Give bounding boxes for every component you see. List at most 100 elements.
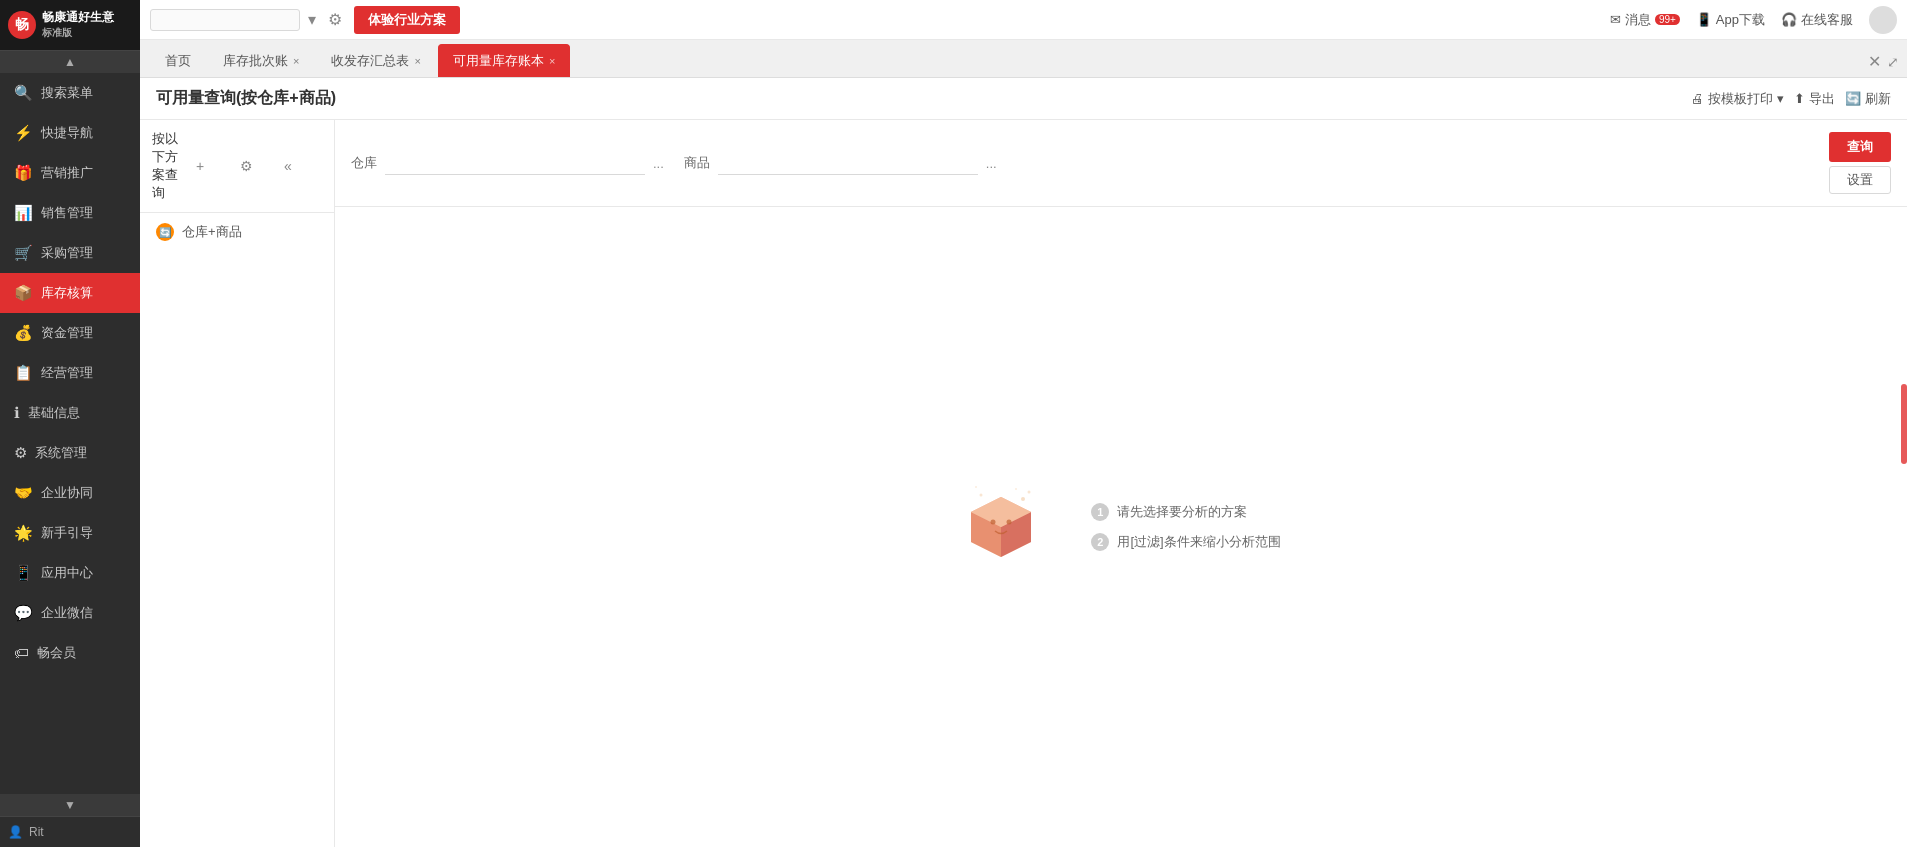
sidebar-item-operations[interactable]: 📋 经营管理 — [0, 353, 140, 393]
sidebar-item-label-appcenter: 应用中心 — [41, 564, 93, 582]
export-button[interactable]: ⬆ 导出 — [1794, 90, 1835, 108]
logo-icon: 畅 — [8, 11, 36, 39]
user-avatar[interactable] — [1869, 6, 1897, 34]
svg-point-10 — [980, 494, 983, 497]
tab-available-ledger[interactable]: 可用量库存账本 × — [438, 44, 570, 77]
app-download-button[interactable]: 📱 App下载 — [1696, 11, 1765, 29]
query-panel: 仓库 ... 商品 ... 查询 设置 — [335, 120, 1907, 847]
sidebar-item-search[interactable]: 🔍 搜索菜单 — [0, 73, 140, 113]
sidebar-item-label-inventory: 库存核算 — [41, 284, 93, 302]
sidebar-item-newbie[interactable]: 🌟 新手引导 — [0, 513, 140, 553]
sidebar-item-wechat[interactable]: 💬 企业微信 — [0, 593, 140, 633]
tab-receive-summary-close[interactable]: × — [414, 55, 420, 67]
empty-state-text-area: 1 请先选择要分析的方案 2 用[过滤]条件来缩小分析范围 — [1091, 503, 1280, 551]
print-button[interactable]: 🖨 按模板打印 ▾ — [1691, 90, 1784, 108]
appcenter-icon: 📱 — [14, 564, 33, 582]
sidebar-item-marketing[interactable]: 🎁 营销推广 — [0, 153, 140, 193]
topbar-search-input[interactable] — [150, 9, 300, 31]
product-more-button[interactable]: ... — [986, 156, 997, 171]
page-title: 可用量查询(按仓库+商品) — [156, 88, 336, 109]
tab-home[interactable]: 首页 — [150, 44, 206, 77]
online-service-button[interactable]: 🎧 在线客服 — [1781, 11, 1853, 29]
tab-receive-summary[interactable]: 收发存汇总表 × — [316, 44, 435, 77]
sidebar-item-purchase[interactable]: 🛒 采购管理 — [0, 233, 140, 273]
product-filter-field: 商品 ... — [684, 151, 997, 175]
sidebar-item-label-basic: 基础信息 — [28, 404, 80, 422]
sidebar-bottom[interactable]: 👤 Rit — [0, 816, 140, 847]
sidebar-item-label-wechat: 企业微信 — [41, 604, 93, 622]
filter-settings-icon[interactable]: ⚙ — [240, 158, 278, 174]
sidebar-item-cooperation[interactable]: 🤝 企业协同 — [0, 473, 140, 513]
operations-icon: 📋 — [14, 364, 33, 382]
main-area: ▾ ⚙ 体验行业方案 ✉ 消息 99+ 📱 App下载 🎧 在线客服 首页 — [140, 0, 1907, 847]
empty-state: 1 请先选择要分析的方案 2 用[过滤]条件来缩小分析范围 — [335, 207, 1907, 847]
empty-hint-1: 1 请先选择要分析的方案 — [1091, 503, 1280, 521]
industry-solution-button[interactable]: 体验行业方案 — [354, 6, 460, 34]
tabbar-expand-button[interactable]: ⤢ — [1887, 54, 1899, 70]
product-input[interactable] — [718, 151, 978, 175]
sidebar-item-label-purchase: 采购管理 — [41, 244, 93, 262]
page-header: 可用量查询(按仓库+商品) 🖨 按模板打印 ▾ ⬆ 导出 🔄 刷新 — [140, 78, 1907, 120]
sidebar-item-appcenter[interactable]: 📱 应用中心 — [0, 553, 140, 593]
print-icon: 🖨 — [1691, 91, 1704, 106]
sidebar-item-label-finance: 资金管理 — [41, 324, 93, 342]
query-filters: 仓库 ... 商品 ... 查询 设置 — [335, 120, 1907, 207]
app-download-label: App下载 — [1716, 11, 1765, 29]
query-button[interactable]: 查询 — [1829, 132, 1891, 162]
filter-add-icon[interactable]: + — [196, 158, 234, 174]
sidebar-item-label-operations: 经营管理 — [41, 364, 93, 382]
sidebar-item-label-cooperation: 企业协同 — [41, 484, 93, 502]
sidebar-item-shortcut[interactable]: ⚡ 快捷导航 — [0, 113, 140, 153]
warehouse-more-button[interactable]: ... — [653, 156, 664, 171]
sidebar-item-label-search: 搜索菜单 — [41, 84, 93, 102]
sidebar-scroll-down[interactable]: ▼ — [0, 794, 140, 816]
sidebar-nav: 🔍 搜索菜单 ⚡ 快捷导航 🎁 营销推广 📊 销售管理 🛒 采购管理 📦 库存核… — [0, 73, 140, 794]
sidebar-logo: 畅 畅康通好生意 标准版 — [0, 0, 140, 51]
filter-scheme-item[interactable]: 🔄 仓库+商品 — [140, 213, 334, 251]
tabbar-close-all-button[interactable]: ✕ — [1868, 52, 1881, 71]
tab-batch-ledger[interactable]: 库存批次账 × — [208, 44, 314, 77]
warehouse-input[interactable] — [385, 151, 645, 175]
topbar-gear-icon[interactable]: ⚙ — [324, 10, 346, 29]
tabbar-right-controls: ✕ ⤢ — [1868, 52, 1907, 77]
empty-state-icon — [961, 477, 1061, 577]
empty-box-svg — [961, 477, 1041, 557]
marketing-icon: 🎁 — [14, 164, 33, 182]
sidebar-item-inventory[interactable]: 📦 库存核算 — [0, 273, 140, 313]
sidebar-item-system[interactable]: ⚙ 系统管理 — [0, 433, 140, 473]
sidebar-item-label-sales: 销售管理 — [41, 204, 93, 222]
sidebar-item-finance[interactable]: 💰 资金管理 — [0, 313, 140, 353]
filter-collapse-button[interactable]: « — [284, 158, 322, 174]
sidebar-scroll-up[interactable]: ▲ — [0, 51, 140, 73]
query-settings-button[interactable]: 设置 — [1829, 166, 1891, 194]
messages-button[interactable]: ✉ 消息 99+ — [1610, 11, 1680, 29]
sidebar-item-label-shortcut: 快捷导航 — [41, 124, 93, 142]
tab-receive-summary-label: 收发存汇总表 — [331, 52, 409, 70]
svg-point-7 — [1021, 497, 1025, 501]
sidebar-item-label-newbie: 新手引导 — [41, 524, 93, 542]
refresh-button[interactable]: 🔄 刷新 — [1845, 90, 1891, 108]
print-label: 按模板打印 — [1708, 90, 1773, 108]
messages-label: 消息 — [1625, 11, 1651, 29]
product-label: 商品 — [684, 154, 710, 172]
system-icon: ⚙ — [14, 444, 27, 462]
svg-point-8 — [1028, 491, 1031, 494]
tab-available-ledger-close[interactable]: × — [549, 55, 555, 67]
sidebar-item-basic[interactable]: ℹ 基础信息 — [0, 393, 140, 433]
sidebar-item-sales[interactable]: 📊 销售管理 — [0, 193, 140, 233]
export-label: 导出 — [1809, 90, 1835, 108]
tab-home-label: 首页 — [165, 52, 191, 70]
sidebar-item-membership[interactable]: 🏷 畅会员 — [0, 633, 140, 673]
app-download-icon: 📱 — [1696, 12, 1712, 27]
topbar-dropdown-icon[interactable]: ▾ — [304, 10, 320, 29]
scrollbar-handle[interactable] — [1901, 384, 1907, 464]
filter-panel: 按以下方案查询 + ⚙ « 🔄 仓库+商品 — [140, 120, 335, 847]
online-service-icon: 🎧 — [1781, 12, 1797, 27]
svg-point-11 — [975, 486, 977, 488]
sidebar-bottom-label: Rit — [29, 825, 44, 839]
shortcut-icon: ⚡ — [14, 124, 33, 142]
tab-batch-ledger-close[interactable]: × — [293, 55, 299, 67]
inventory-icon: 📦 — [14, 284, 33, 302]
basic-icon: ℹ — [14, 404, 20, 422]
sales-icon: 📊 — [14, 204, 33, 222]
